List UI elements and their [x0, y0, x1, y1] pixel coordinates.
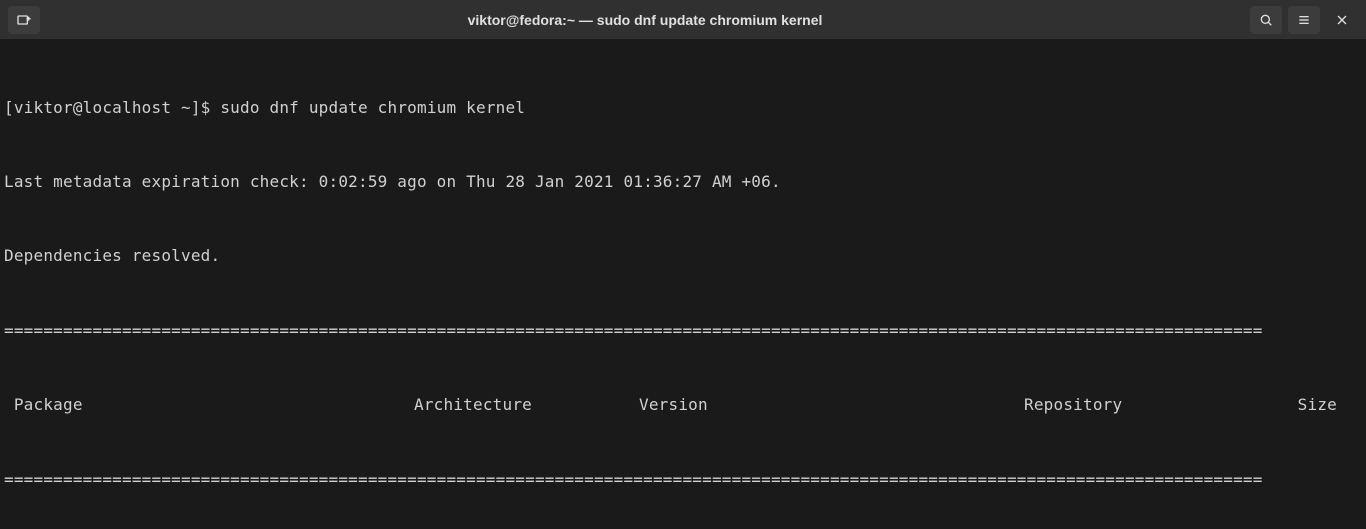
search-icon	[1258, 12, 1274, 28]
tab-plus-icon	[16, 12, 32, 28]
separator-top: ========================================…	[4, 319, 1362, 344]
header-architecture: Architecture	[414, 393, 639, 418]
header-package: Package	[4, 393, 414, 418]
search-button[interactable]	[1250, 6, 1282, 34]
header-repository: Repository	[1024, 393, 1259, 418]
table-header: Package Architecture Version Repository …	[4, 393, 1362, 418]
hamburger-icon	[1296, 12, 1312, 28]
close-button[interactable]	[1326, 6, 1358, 34]
shell-prompt: [viktor@localhost ~]$	[4, 98, 220, 117]
window-title: viktor@fedora:~ — sudo dnf update chromi…	[40, 12, 1250, 28]
prompt-line: [viktor@localhost ~]$ sudo dnf update ch…	[4, 96, 1362, 121]
close-icon	[1334, 12, 1350, 28]
menu-button[interactable]	[1288, 6, 1320, 34]
deps-line: Dependencies resolved.	[4, 244, 1362, 269]
metadata-line: Last metadata expiration check: 0:02:59 …	[4, 170, 1362, 195]
header-size: Size	[1259, 393, 1362, 418]
separator-mid: ========================================…	[4, 468, 1362, 493]
titlebar: viktor@fedora:~ — sudo dnf update chromi…	[0, 0, 1366, 40]
terminal-body[interactable]: [viktor@localhost ~]$ sudo dnf update ch…	[0, 40, 1366, 529]
header-version: Version	[639, 393, 1024, 418]
command-text: sudo dnf update chromium kernel	[220, 98, 525, 117]
new-tab-button[interactable]	[8, 6, 40, 34]
